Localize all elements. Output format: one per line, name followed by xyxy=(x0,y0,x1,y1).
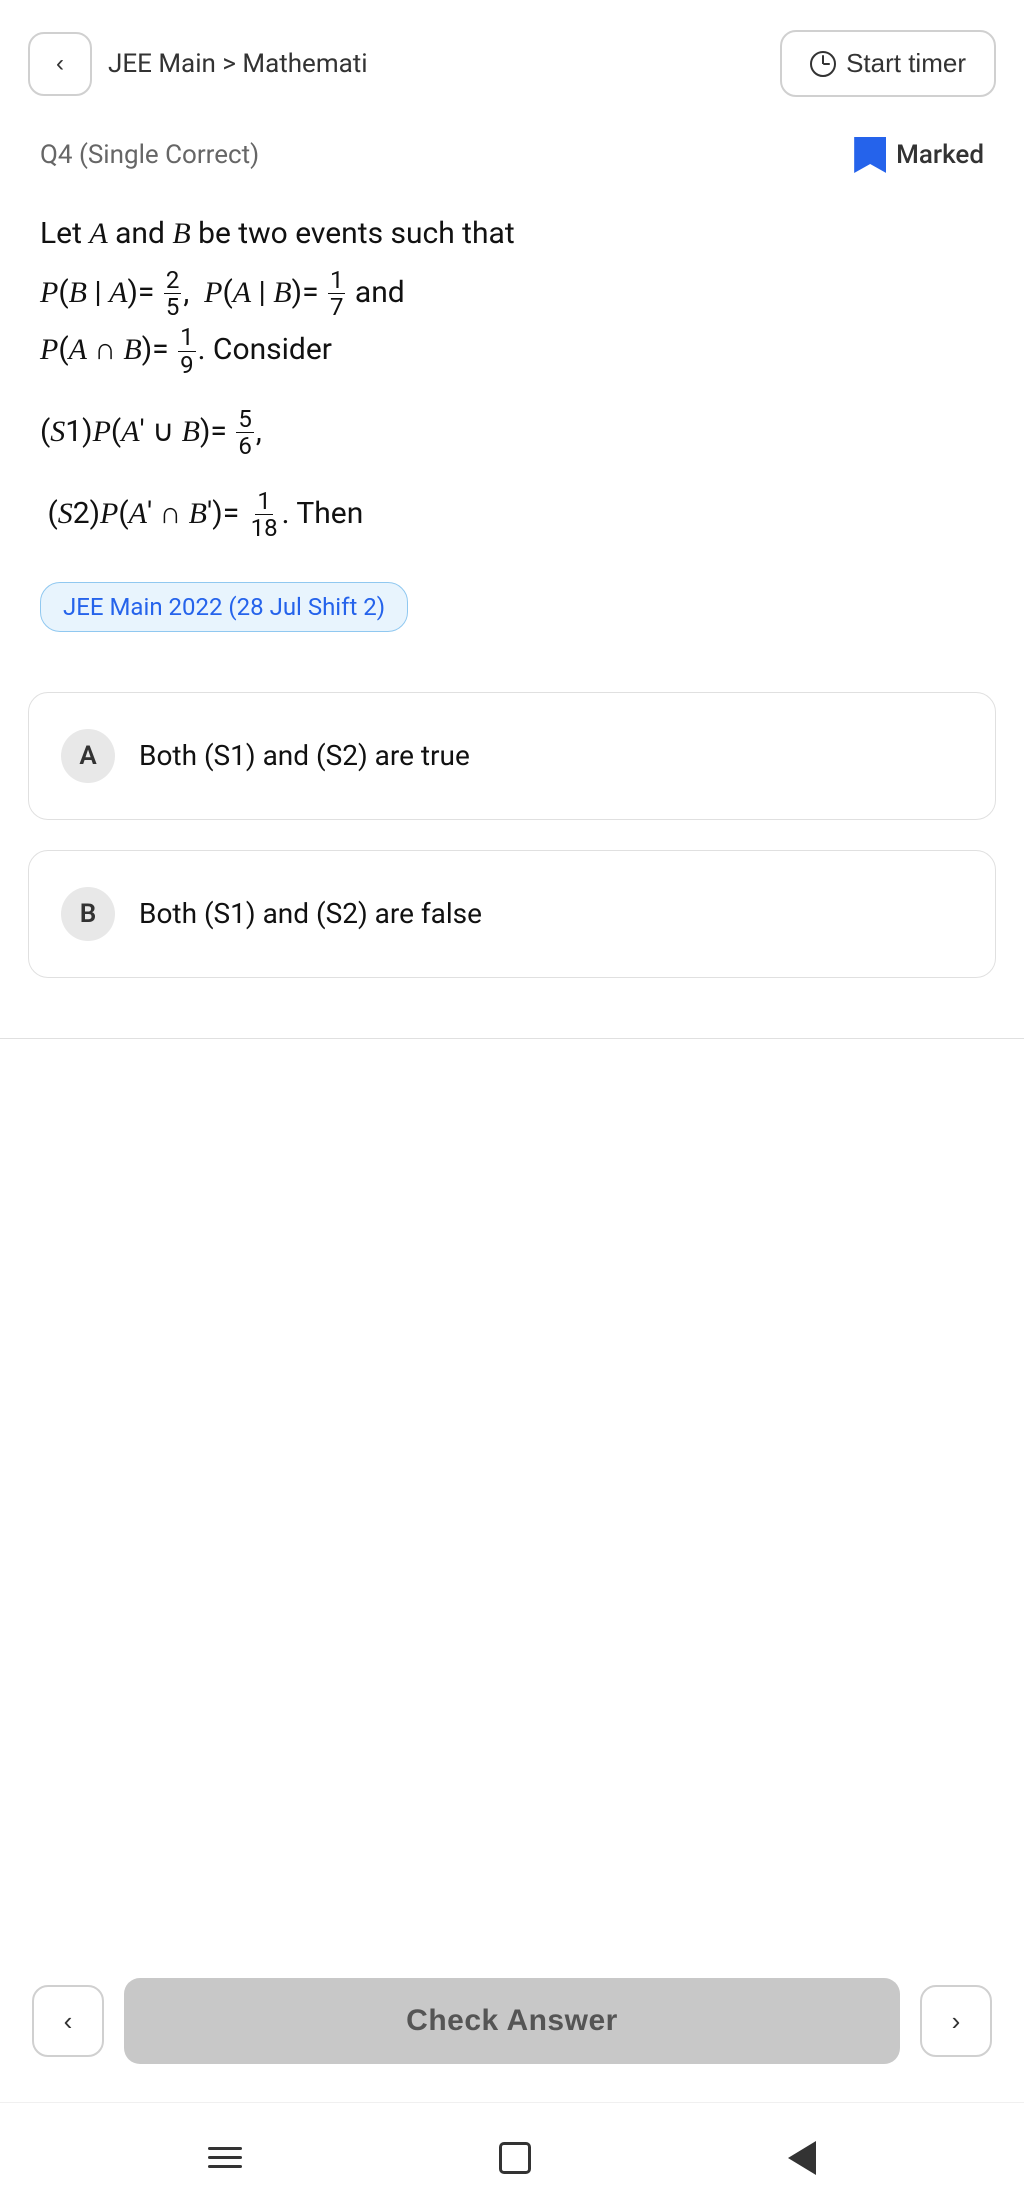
bottom-navigation: ‹ Check Answer › xyxy=(0,1950,1024,2092)
question-tag: JEE Main 2022 (28 Jul Shift 2) xyxy=(40,552,984,652)
back-icon: ‹ xyxy=(56,50,64,78)
statement-s1: (S1)P(A′ ∪ B)= 56, xyxy=(40,406,984,460)
option-b-letter: B xyxy=(61,887,115,941)
check-answer-button[interactable]: Check Answer xyxy=(124,1978,900,2064)
marked-badge: Marked xyxy=(854,137,984,173)
prev-icon: ‹ xyxy=(64,2006,73,2037)
question-content: Let A and B be two events such that P(B … xyxy=(0,189,1024,682)
back-button[interactable]: ‹ xyxy=(28,32,92,96)
next-icon: › xyxy=(952,2006,961,2037)
marked-label: Marked xyxy=(896,140,984,170)
question-body: Let A and B be two events such that P(B … xyxy=(40,209,984,378)
timer-icon xyxy=(810,51,836,77)
option-b-text: Both (S1) and (S2) are false xyxy=(139,897,482,930)
back-arrow-icon xyxy=(788,2141,816,2175)
header: ‹ JEE Main > Mathemati Start timer xyxy=(0,0,1024,117)
question-meta-row: Q4 (Single Correct) Marked xyxy=(0,117,1024,189)
next-question-button[interactable]: › xyxy=(920,1985,992,2057)
timer-label: Start timer xyxy=(846,48,966,79)
option-a-letter: A xyxy=(61,729,115,783)
breadcrumb: JEE Main > Mathemati xyxy=(108,49,764,79)
android-home-button[interactable] xyxy=(499,2142,531,2174)
bookmark-icon xyxy=(854,137,886,173)
prev-question-button[interactable]: ‹ xyxy=(32,1985,104,2057)
tag-badge-text: JEE Main 2022 (28 Jul Shift 2) xyxy=(40,582,408,632)
option-a-text: Both (S1) and (S2) are true xyxy=(139,739,470,772)
options-container: A Both (S1) and (S2) are true B Both (S1… xyxy=(0,682,1024,1018)
question-number: Q4 (Single Correct) xyxy=(40,140,259,170)
android-navigation-bar xyxy=(0,2102,1024,2212)
android-back-button[interactable] xyxy=(788,2141,816,2175)
start-timer-button[interactable]: Start timer xyxy=(780,30,996,97)
home-icon xyxy=(499,2142,531,2174)
menu-icon xyxy=(208,2147,242,2168)
android-menu-button[interactable] xyxy=(208,2147,242,2168)
statement-s2: (S2)P(A′ ∩ B′)= 118. Then xyxy=(40,488,984,542)
bottom-divider xyxy=(0,1038,1024,1039)
option-b[interactable]: B Both (S1) and (S2) are false xyxy=(28,850,996,978)
option-a[interactable]: A Both (S1) and (S2) are true xyxy=(28,692,996,820)
